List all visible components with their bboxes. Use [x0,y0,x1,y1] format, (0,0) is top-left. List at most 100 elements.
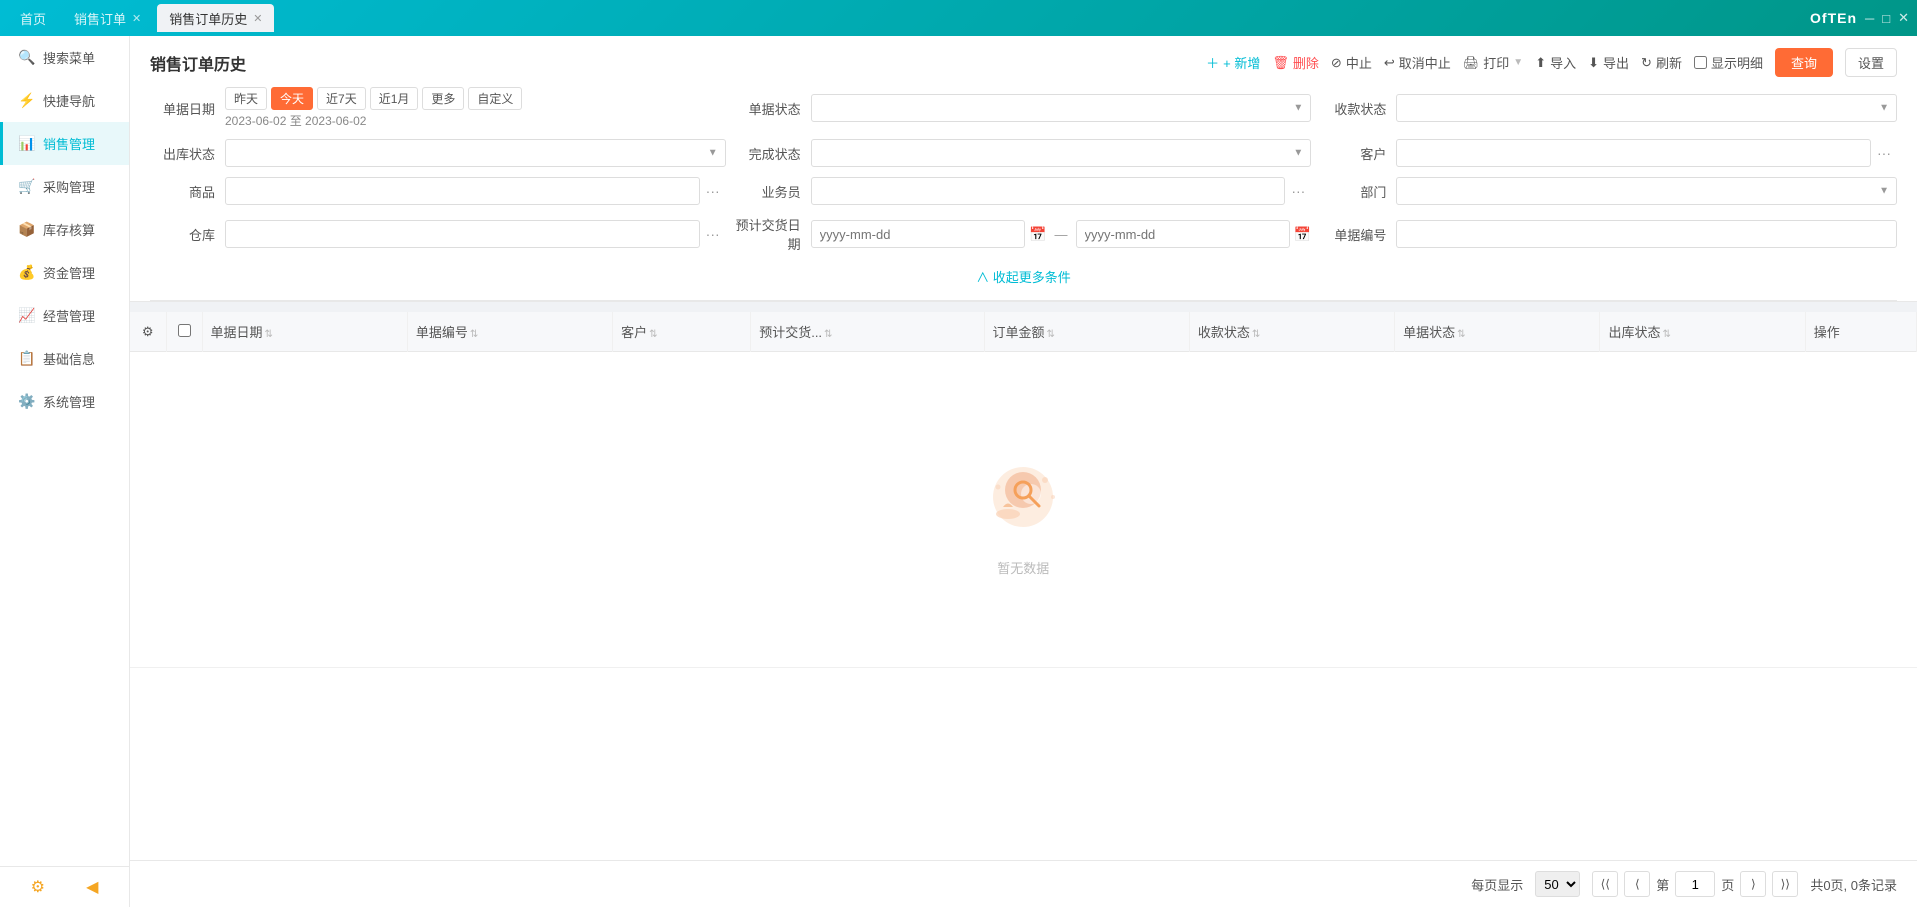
expected-delivery-sort-icon: ⇅ [824,329,832,340]
date-sort-icon: ⇅ [265,329,273,340]
top-bar: 首页 销售订单 ✕ 销售订单历史 ✕ OfTEn ─ □ ✕ [0,0,1917,36]
date-last1month-btn[interactable]: 近1月 [370,87,419,110]
delete-label: 删除 [1293,53,1319,72]
delete-btn[interactable]: 🗑 删除 [1272,53,1319,72]
tab-sales-order-close[interactable]: ✕ [132,12,141,25]
sidebar: 🔍 搜索菜单 ⚡ 快捷导航 📊 销售管理 🛒 采购管理 📦 库存核算 💰 资金管… [0,36,130,907]
th-number[interactable]: 单据编号⇅ [407,312,612,352]
date-range-text: 2023-06-02 至 2023-06-02 [225,112,726,129]
stop-btn[interactable]: ⊘ 中止 [1331,53,1372,72]
print-btn[interactable]: 🖨 打印 ▼ [1463,53,1523,72]
filter-customer: 客户 ··· [1321,139,1897,167]
table-body: 暂无数据 [130,352,1917,668]
query-btn[interactable]: 查询 [1775,48,1833,77]
pagination-first-btn[interactable]: ⟨⟨ [1592,871,1618,897]
order-status-label: 单据状态 [736,99,811,118]
date-yesterday-btn[interactable]: 昨天 [225,87,267,110]
export-btn[interactable]: ⬇ 导出 [1588,53,1629,72]
salesperson-ellipsis-btn[interactable]: ··· [1285,181,1311,201]
display-toggle[interactable]: 显示明细 [1694,53,1763,72]
main-layout: 🔍 搜索菜单 ⚡ 快捷导航 📊 销售管理 🛒 采购管理 📦 库存核算 💰 资金管… [0,36,1917,907]
th-payment-status-label: 收款状态 [1198,325,1250,340]
goods-ellipsis-btn[interactable]: ··· [700,181,726,201]
th-date[interactable]: 单据日期⇅ [202,312,407,352]
import-icon: ⬆ [1535,55,1546,71]
pagination-prev-btn[interactable]: ⟨ [1624,871,1650,897]
th-out-status[interactable]: 出库状态⇅ [1600,312,1805,352]
customer-ellipsis-btn[interactable]: ··· [1871,143,1897,163]
collapse-row[interactable]: ∧ 收起更多条件 [150,263,1897,290]
sidebar-bottom: ⚙ ◀ [0,866,129,907]
th-checkbox[interactable] [166,312,202,352]
out-status-select[interactable] [225,139,726,167]
sidebar-item-inventory[interactable]: 📦 库存核算 [0,208,129,251]
window-minimize-btn[interactable]: ─ [1865,11,1874,26]
window-close-btn[interactable]: ✕ [1898,10,1909,26]
refresh-btn[interactable]: ↻ 刷新 [1641,53,1682,72]
goods-input[interactable] [225,177,700,205]
order-status-select[interactable] [811,94,1312,122]
import-btn[interactable]: ⬆ 导入 [1535,53,1576,72]
goods-control: ··· [225,177,726,205]
salesperson-input[interactable] [811,177,1286,205]
print-dropdown-icon: ▼ [1513,57,1523,68]
warehouse-input[interactable] [225,220,700,248]
department-select[interactable] [1396,177,1897,205]
export-label: 导出 [1603,53,1629,72]
th-settings[interactable]: ⚙ [130,312,166,352]
sidebar-label-system-mgmt: 系统管理 [43,392,95,411]
sidebar-item-finance[interactable]: 💰 资金管理 [0,251,129,294]
date-custom-btn[interactable]: 自定义 [468,87,522,110]
sidebar-settings-icon[interactable]: ⚙ [31,877,45,897]
sidebar-label-quick-nav: 快捷导航 [43,91,95,110]
tab-home-label: 首页 [20,9,46,28]
sidebar-item-purchase-mgmt[interactable]: 🛒 采购管理 [0,165,129,208]
per-page-select[interactable]: 50 [1535,871,1580,897]
sidebar-label-inventory: 库存核算 [43,220,95,239]
th-expected-delivery[interactable]: 预计交货...⇅ [751,312,984,352]
page-input[interactable] [1675,871,1715,897]
th-customer[interactable]: 客户⇅ [613,312,751,352]
sidebar-item-sales-mgmt[interactable]: 📊 销售管理 [0,122,129,165]
display-toggle-checkbox[interactable] [1694,56,1707,69]
tab-sales-order-history[interactable]: 销售订单历史 ✕ [157,4,274,32]
page-title-row: 销售订单历史 ＋ + 新增 🗑 删除 ⊘ 中止 ↩ [150,48,1897,77]
sidebar-collapse-icon[interactable]: ◀ [86,877,98,897]
tab-sales-order[interactable]: 销售订单 ✕ [62,4,153,32]
expected-delivery-start[interactable] [811,220,1025,248]
payment-status-select[interactable] [1396,94,1897,122]
expected-delivery-end[interactable] [1076,220,1290,248]
sidebar-item-system-mgmt[interactable]: ⚙️ 系统管理 [0,380,129,423]
cancel-stop-btn[interactable]: ↩ 取消中止 [1384,53,1451,72]
th-amount[interactable]: 订单金额⇅ [984,312,1189,352]
complete-status-select[interactable] [811,139,1312,167]
out-status-control [225,139,726,167]
sidebar-item-quick-nav[interactable]: ⚡ 快捷导航 [0,79,129,122]
th-payment-status[interactable]: 收款状态⇅ [1189,312,1394,352]
sidebar-item-operations[interactable]: 📈 经营管理 [0,294,129,337]
select-all-checkbox[interactable] [178,324,191,337]
sidebar-item-search-menu[interactable]: 🔍 搜索菜单 [0,36,129,79]
tab-home[interactable]: 首页 [8,4,58,32]
calendar-end-icon[interactable]: 📅 [1294,226,1311,243]
window-maximize-btn[interactable]: □ [1882,11,1890,26]
date-today-btn[interactable]: 今天 [271,87,313,110]
delete-icon: 🗑 [1272,55,1289,71]
sidebar-item-base-info[interactable]: 📋 基础信息 [0,337,129,380]
order-number-input[interactable] [1396,220,1897,248]
settings-btn[interactable]: 设置 [1845,48,1897,77]
pagination-last-btn[interactable]: ⟩⟩ [1772,871,1798,897]
pagination: ⟨⟨ ⟨ 第 页 ⟩ ⟩⟩ [1592,871,1798,897]
warehouse-ellipsis-btn[interactable]: ··· [700,224,726,244]
new-btn[interactable]: ＋ + 新增 [1206,53,1260,72]
pagination-next-btn[interactable]: ⟩ [1740,871,1766,897]
calendar-start-icon[interactable]: 📅 [1029,226,1046,243]
complete-status-label: 完成状态 [736,144,811,163]
customer-input[interactable] [1396,139,1871,167]
empty-state: 暂无数据 [138,362,1909,657]
tab-sales-order-history-close[interactable]: ✕ [253,12,262,25]
warehouse-label: 仓库 [150,225,225,244]
date-more-btn[interactable]: 更多 [422,87,464,110]
date-last7days-btn[interactable]: 近7天 [317,87,366,110]
th-order-status[interactable]: 单据状态⇅ [1395,312,1600,352]
